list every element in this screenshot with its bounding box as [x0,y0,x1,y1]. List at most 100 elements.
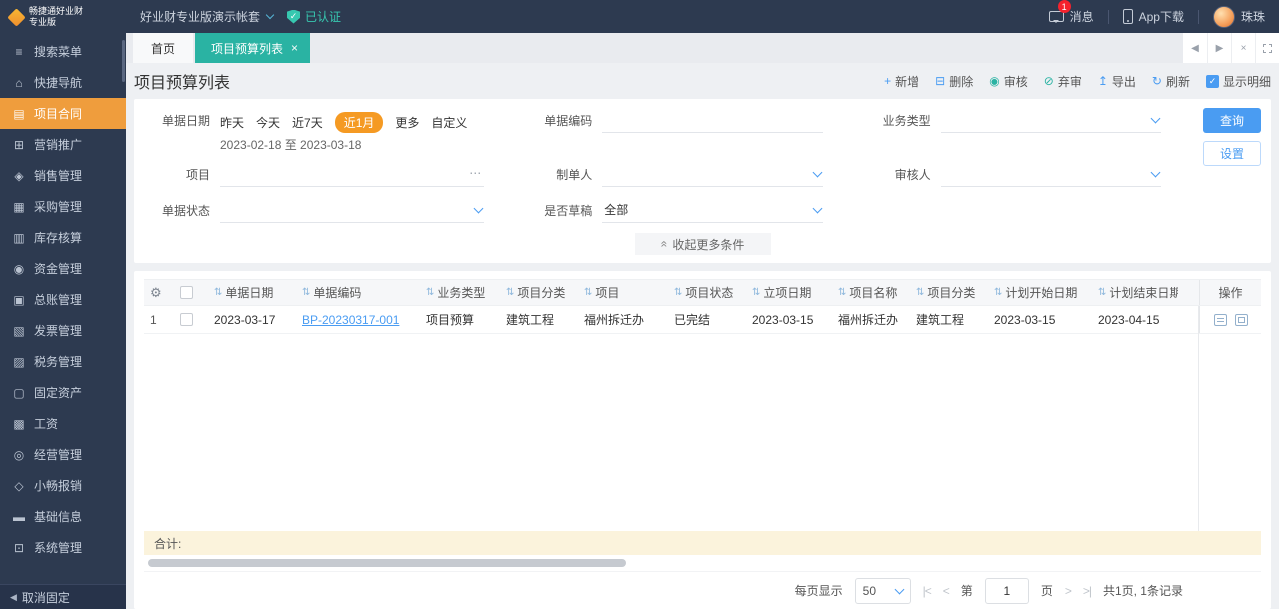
date-option-yesterday[interactable]: 昨天 [220,114,244,131]
horizontal-scrollbar-thumb[interactable] [148,559,626,567]
date-option-more[interactable]: 更多 [395,114,419,131]
delete-button[interactable]: ⊟ 删除 [935,73,973,90]
page-number-input[interactable]: 1 [984,577,1029,604]
sort-icon[interactable]: ⇅ [214,287,222,298]
app-download-label: App下载 [1138,10,1184,24]
sidebar-item-fixed-assets[interactable]: ▢ 固定资产 [0,377,126,408]
last-page-icon[interactable]: >| [1083,584,1092,598]
auditor-select[interactable] [940,163,1161,187]
column-project-status[interactable]: ⇅ 项目状态 [668,280,746,305]
column-doc-date[interactable]: ⇅ 单据日期 [208,280,296,305]
sort-icon[interactable]: ⇅ [674,287,682,298]
date-option-today[interactable]: 今天 [256,114,280,131]
next-page-icon[interactable]: > [1065,584,1072,598]
column-settings-icon[interactable]: ⚙ [150,285,162,301]
sort-icon[interactable]: ⇅ [426,287,434,298]
table-cell: BP-20230317-001 [302,312,400,327]
user-menu[interactable]: 珠珠 [1212,5,1265,28]
refresh-button[interactable]: ↻ 刷新 [1152,73,1190,90]
column-doc-code[interactable]: ⇅ 单据编码 [296,280,420,305]
sort-icon[interactable]: ⇅ [584,287,592,298]
project-lookup-input[interactable]: ⋯ [220,163,485,187]
date-option-last7days[interactable]: 近7天 [292,114,323,131]
messages-button[interactable]: 1 消息 [1048,0,1094,25]
per-page-select[interactable]: 50 [854,577,911,604]
lookup-more-icon[interactable]: ⋯ [469,166,482,180]
filter-doc-status: 单据状态 [148,199,485,225]
sidebar-item-label: 基础信息 [34,510,83,524]
sort-icon[interactable]: ⇅ [994,287,1002,298]
tab-project-budget-list[interactable]: 项目预算列表 × [195,33,311,63]
tab-scroll-left-icon[interactable]: ◀ [1183,33,1207,63]
doc-code-input[interactable] [602,109,823,133]
app-download-button[interactable]: App下载 [1122,8,1184,25]
topbar-right: 1 消息 App下载 珠珠 [1048,0,1265,28]
first-page-icon[interactable]: |< [923,584,932,598]
biz-type-select[interactable] [940,109,1161,133]
sort-icon[interactable]: ⇅ [838,287,846,298]
sidebar-item-search-menu[interactable]: ≡ 搜索菜单 [0,36,126,67]
unaudit-button[interactable]: ⊘ 弃审 [1044,73,1082,90]
add-button[interactable]: + 新增 [884,73,919,90]
column-plan-start-date[interactable]: ⇅ 计划开始日期 [988,280,1092,305]
column-project-category[interactable]: ⇅ 项目分类 [500,280,578,305]
tab-home[interactable]: 首页 × [133,33,194,63]
column-plan-end-date[interactable]: ⇅ 计划结束日期 [1092,280,1178,305]
maker-select[interactable] [602,163,823,187]
sidebar-item-purchase[interactable]: ▦ 采购管理 [0,191,126,222]
sidebar-item-project-contract[interactable]: ▤ 项目合同 [0,98,126,129]
sidebar-item-base-info[interactable]: ▬ 基础信息 [0,501,126,532]
sidebar-item-inventory[interactable]: ▥ 库存核算 [0,222,126,253]
column-project-name[interactable]: ⇅ 项目名称 [832,280,910,305]
date-option-custom[interactable]: 自定义 [431,114,467,131]
sidebar-item-marketing[interactable]: ⊞ 营销推广 [0,129,126,160]
sidebar-item-funds[interactable]: ◉ 资金管理 [0,253,126,284]
sidebar-scrollbar[interactable] [122,40,125,82]
audit-button[interactable]: ◉ 审核 [989,73,1028,90]
unpin-sidebar-button[interactable]: ◀ 取消固定 [0,584,126,609]
collapse-conditions-button[interactable]: « 收起更多条件 [634,233,771,255]
fullscreen-icon[interactable] [1255,33,1279,63]
show-detail-toggle[interactable]: 显示明细 [1205,73,1271,90]
sidebar-item-operations[interactable]: ◎ 经营管理 [0,439,126,470]
view-detail-icon[interactable] [1213,313,1227,326]
sidebar-item-label: 系统管理 [34,541,83,555]
sidebar-item-invoice[interactable]: ▧ 发票管理 [0,315,126,346]
date-option-last1month[interactable]: 近1月 [334,112,384,133]
collapse-chevrons-icon: « [656,240,671,248]
unpin-icon: ◀ [10,591,17,602]
sidebar-item-general-ledger[interactable]: ▣ 总账管理 [0,284,126,315]
topbar: 好业财专业版演示帐套 已认证 1 消息 App下载 [126,0,1279,33]
sidebar-item-payroll[interactable]: ▩ 工资 [0,408,126,439]
sort-icon[interactable]: ⇅ [752,287,760,298]
sidebar-item-tax[interactable]: ▨ 税务管理 [0,346,126,377]
sort-icon[interactable]: ⇅ [916,287,924,298]
prev-page-icon[interactable]: < [943,584,950,598]
draft-select[interactable]: 全部 [602,199,823,223]
sidebar-item-expense[interactable]: ◇ 小畅报销 [0,470,126,501]
row-checkbox[interactable] [180,313,193,326]
export-button[interactable]: ↥ 导出 [1098,73,1136,90]
search-button[interactable]: 查询 [1203,108,1261,133]
table-row[interactable]: 1 2023-03-17 BP-20230317-001 项目预算 建筑工程 福州拆迁办… [144,306,1261,334]
select-all-checkbox[interactable] [180,286,193,299]
sort-icon[interactable]: ⇅ [1098,287,1106,298]
column-approval-date[interactable]: ⇅ 立项日期 [746,280,832,305]
total-label: 合计: [154,536,182,551]
sidebar-item-sales[interactable]: ◈ 销售管理 [0,160,126,191]
sort-icon[interactable]: ⇅ [506,287,514,298]
sidebar-item-system[interactable]: ⊡ 系统管理 [0,532,126,563]
sort-icon[interactable]: ⇅ [302,287,310,298]
export-icon: ↥ [1097,74,1108,88]
tab-close-icon[interactable]: × [291,41,298,55]
doc-status-select[interactable] [220,199,485,223]
account-switcher[interactable]: 好业财专业版演示帐套 [140,8,275,25]
column-biz-type[interactable]: ⇅ 业务类型 [420,280,500,305]
column-project[interactable]: ⇅ 项目 [578,280,668,305]
settings-button[interactable]: 设置 [1203,141,1261,166]
close-tabs-icon[interactable]: × [1231,33,1255,63]
related-query-icon[interactable] [1234,313,1248,326]
sidebar-item-quick-nav[interactable]: ⌂ 快捷导航 [0,67,126,98]
tab-scroll-right-icon[interactable]: ▶ [1207,33,1231,63]
column-project-category-2[interactable]: ⇅ 项目分类 [910,280,988,305]
